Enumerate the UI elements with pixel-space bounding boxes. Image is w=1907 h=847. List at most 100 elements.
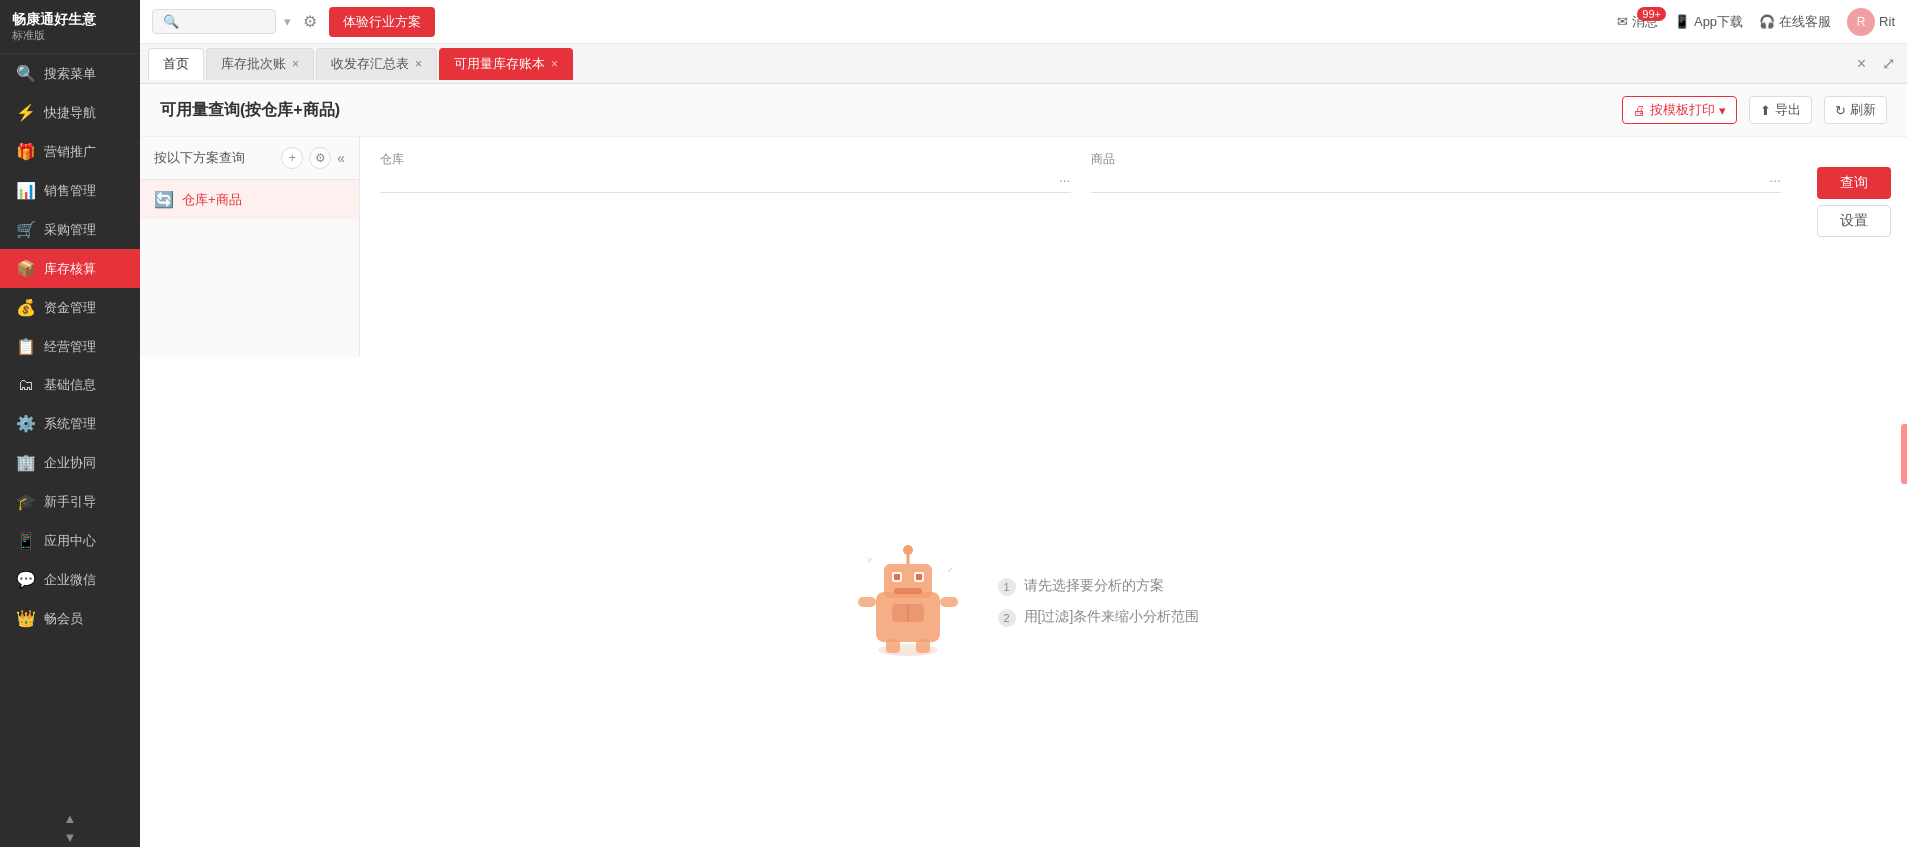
sidebar-scroll-down[interactable]: ▼ bbox=[0, 828, 140, 847]
sidebar-scroll-up[interactable]: ▲ bbox=[0, 809, 140, 828]
warehouse-input-wrapper: ··· bbox=[380, 172, 1071, 193]
service-button[interactable]: 🎧 在线客服 bbox=[1759, 13, 1831, 31]
page-title: 可用量查询(按仓库+商品) bbox=[160, 100, 340, 121]
sidebar-item-marketing[interactable]: 🎁 营销推广 bbox=[0, 132, 140, 171]
brand-name: 畅康通好生意 bbox=[12, 10, 128, 28]
warehouse-label: 仓库 bbox=[380, 151, 1071, 168]
step-2-circle: 2 bbox=[998, 609, 1016, 627]
content: 可用量查询(按仓库+商品) 🖨 按模板打印 ▾ ⬆ 导出 ↻ 刷新 bbox=[140, 84, 1907, 847]
phone-icon: 📱 bbox=[1674, 14, 1690, 29]
sidebar-item-inventory[interactable]: 📦 库存核算 bbox=[0, 249, 140, 288]
close-window-button[interactable]: × bbox=[1853, 51, 1870, 77]
sidebar-item-search[interactable]: 🔍 搜索菜单 bbox=[0, 54, 140, 93]
search-icon: 🔍 bbox=[16, 64, 36, 83]
graduate-icon: 🎓 bbox=[16, 492, 36, 511]
app-label: App下载 bbox=[1694, 13, 1743, 31]
svg-rect-10 bbox=[858, 597, 876, 607]
close-icon[interactable]: × bbox=[292, 57, 299, 71]
brand-sub: 标准版 bbox=[12, 28, 128, 43]
service-label: 在线客服 bbox=[1779, 13, 1831, 31]
collapse-sidebar-button[interactable]: « bbox=[337, 150, 345, 166]
building-icon: 🏢 bbox=[16, 453, 36, 472]
user-name: Rit bbox=[1879, 14, 1895, 29]
warehouse-dots[interactable]: ··· bbox=[1059, 172, 1071, 188]
settings-button[interactable]: 设置 bbox=[1817, 205, 1891, 237]
search-input[interactable] bbox=[185, 14, 265, 29]
sidebar-item-quick-nav[interactable]: ⚡ 快捷导航 bbox=[0, 93, 140, 132]
chevron-down-icon[interactable]: ▾ bbox=[1719, 103, 1726, 118]
query-button[interactable]: 查询 bbox=[1817, 167, 1891, 199]
sidebar-item-newbie[interactable]: 🎓 新手引导 bbox=[0, 482, 140, 521]
close-icon[interactable]: × bbox=[551, 57, 558, 71]
svg-rect-5 bbox=[894, 574, 900, 580]
expand-button[interactable]: ⤢ bbox=[1878, 50, 1899, 77]
sidebar-item-operation[interactable]: 📋 经营管理 bbox=[0, 327, 140, 366]
headset-icon: 🎧 bbox=[1759, 14, 1775, 29]
sidebar-item-enterprise[interactable]: 🏢 企业协同 bbox=[0, 443, 140, 482]
tabbar: 首页 库存批次账 × 收发存汇总表 × 可用量库存账本 × × ⤢ bbox=[140, 44, 1907, 84]
trial-button[interactable]: 体验行业方案 bbox=[329, 7, 435, 37]
money-icon: 💰 bbox=[16, 298, 36, 317]
tab-receipt-summary[interactable]: 收发存汇总表 × bbox=[316, 48, 437, 80]
sidebar-item-label: 企业微信 bbox=[44, 571, 96, 589]
refresh-button[interactable]: ↻ 刷新 bbox=[1824, 96, 1887, 124]
topbar-right: ✉ 消息 99+ 📱 App下载 🎧 在线客服 R Rit bbox=[1617, 8, 1895, 36]
product-input[interactable] bbox=[1091, 173, 1770, 188]
product-dots[interactable]: ··· bbox=[1769, 172, 1781, 188]
sidebar-item-app-center[interactable]: 📱 应用中心 bbox=[0, 521, 140, 560]
app-download-button[interactable]: 📱 App下载 bbox=[1674, 13, 1743, 31]
svg-rect-12 bbox=[886, 639, 900, 653]
sidebar-scroll-area: 🔍 搜索菜单 ⚡ 快捷导航 🎁 营销推广 📊 销售管理 🛒 采购管理 📦 库存核… bbox=[0, 54, 140, 809]
svg-rect-11 bbox=[940, 597, 958, 607]
query-area: 按以下方案查询 + ⚙ « 🔄 仓库+商品 仓库 bbox=[140, 137, 1907, 357]
sidebar-item-label: 畅会员 bbox=[44, 610, 83, 628]
lightning-icon: ⚡ bbox=[16, 103, 36, 122]
svg-line-17 bbox=[866, 556, 870, 560]
tabbar-right: × ⤢ bbox=[1853, 50, 1899, 77]
dropdown-icon[interactable]: ▾ bbox=[284, 14, 291, 29]
avatar: R bbox=[1847, 8, 1875, 36]
product-filter: 商品 ··· bbox=[1091, 151, 1782, 193]
message-button[interactable]: ✉ 消息 99+ bbox=[1617, 13, 1658, 31]
search-icon: 🔍 bbox=[163, 14, 179, 29]
sidebar-item-member[interactable]: 👑 畅会员 bbox=[0, 599, 140, 638]
crown-icon: 👑 bbox=[16, 609, 36, 628]
print-button[interactable]: 🖨 按模板打印 ▾ bbox=[1622, 96, 1737, 124]
user-menu[interactable]: R Rit bbox=[1847, 8, 1895, 36]
tab-available-stock[interactable]: 可用量库存账本 × bbox=[439, 48, 573, 80]
scheme-item-warehouse-product[interactable]: 🔄 仓库+商品 bbox=[140, 180, 359, 219]
sidebar-item-wecom[interactable]: 💬 企业微信 bbox=[0, 560, 140, 599]
sidebar-item-label: 企业协同 bbox=[44, 454, 96, 472]
main: 🔍 ▾ ⚙ 体验行业方案 ✉ 消息 99+ 📱 App下载 🎧 在线客服 R R… bbox=[140, 0, 1907, 847]
sidebar-item-sales[interactable]: 📊 销售管理 bbox=[0, 171, 140, 210]
warehouse-input[interactable] bbox=[380, 173, 1059, 188]
query-filters: 仓库 ··· 商品 ··· bbox=[360, 137, 1801, 357]
sidebar-item-purchase[interactable]: 🛒 采购管理 bbox=[0, 210, 140, 249]
export-button[interactable]: ⬆ 导出 bbox=[1749, 96, 1812, 124]
tab-home[interactable]: 首页 bbox=[148, 48, 204, 80]
sidebar-item-basic[interactable]: 🗂 基础信息 bbox=[0, 366, 140, 404]
close-icon[interactable]: × bbox=[415, 57, 422, 71]
settings-icon[interactable]: ⚙ bbox=[299, 8, 321, 35]
print-icon: 🖨 bbox=[1633, 103, 1646, 118]
empty-state: 1 请先选择要分析的方案 2 用[过滤]条件来缩小分析范围 bbox=[140, 357, 1907, 847]
svg-line-18 bbox=[948, 568, 952, 572]
query-sidebar-actions: + ⚙ « bbox=[281, 147, 345, 169]
refresh-label: 刷新 bbox=[1850, 101, 1876, 119]
chat-icon: 💬 bbox=[16, 570, 36, 589]
add-scheme-button[interactable]: + bbox=[281, 147, 303, 169]
sidebar-item-system[interactable]: ⚙️ 系统管理 bbox=[0, 404, 140, 443]
settings-scheme-button[interactable]: ⚙ bbox=[309, 147, 331, 169]
sidebar-item-label: 采购管理 bbox=[44, 221, 96, 239]
step-1-circle: 1 bbox=[998, 578, 1016, 596]
file-icon: 🗂 bbox=[16, 376, 36, 394]
svg-point-9 bbox=[903, 545, 913, 555]
gear-icon: ⚙️ bbox=[16, 414, 36, 433]
svg-rect-13 bbox=[916, 639, 930, 653]
topbar-search-box[interactable]: 🔍 bbox=[152, 9, 276, 34]
message-badge: 99+ bbox=[1637, 7, 1666, 21]
tab-batch-account[interactable]: 库存批次账 × bbox=[206, 48, 314, 80]
tab-label: 可用量库存账本 bbox=[454, 55, 545, 73]
sidebar-item-finance[interactable]: 💰 资金管理 bbox=[0, 288, 140, 327]
export-label: 导出 bbox=[1775, 101, 1801, 119]
